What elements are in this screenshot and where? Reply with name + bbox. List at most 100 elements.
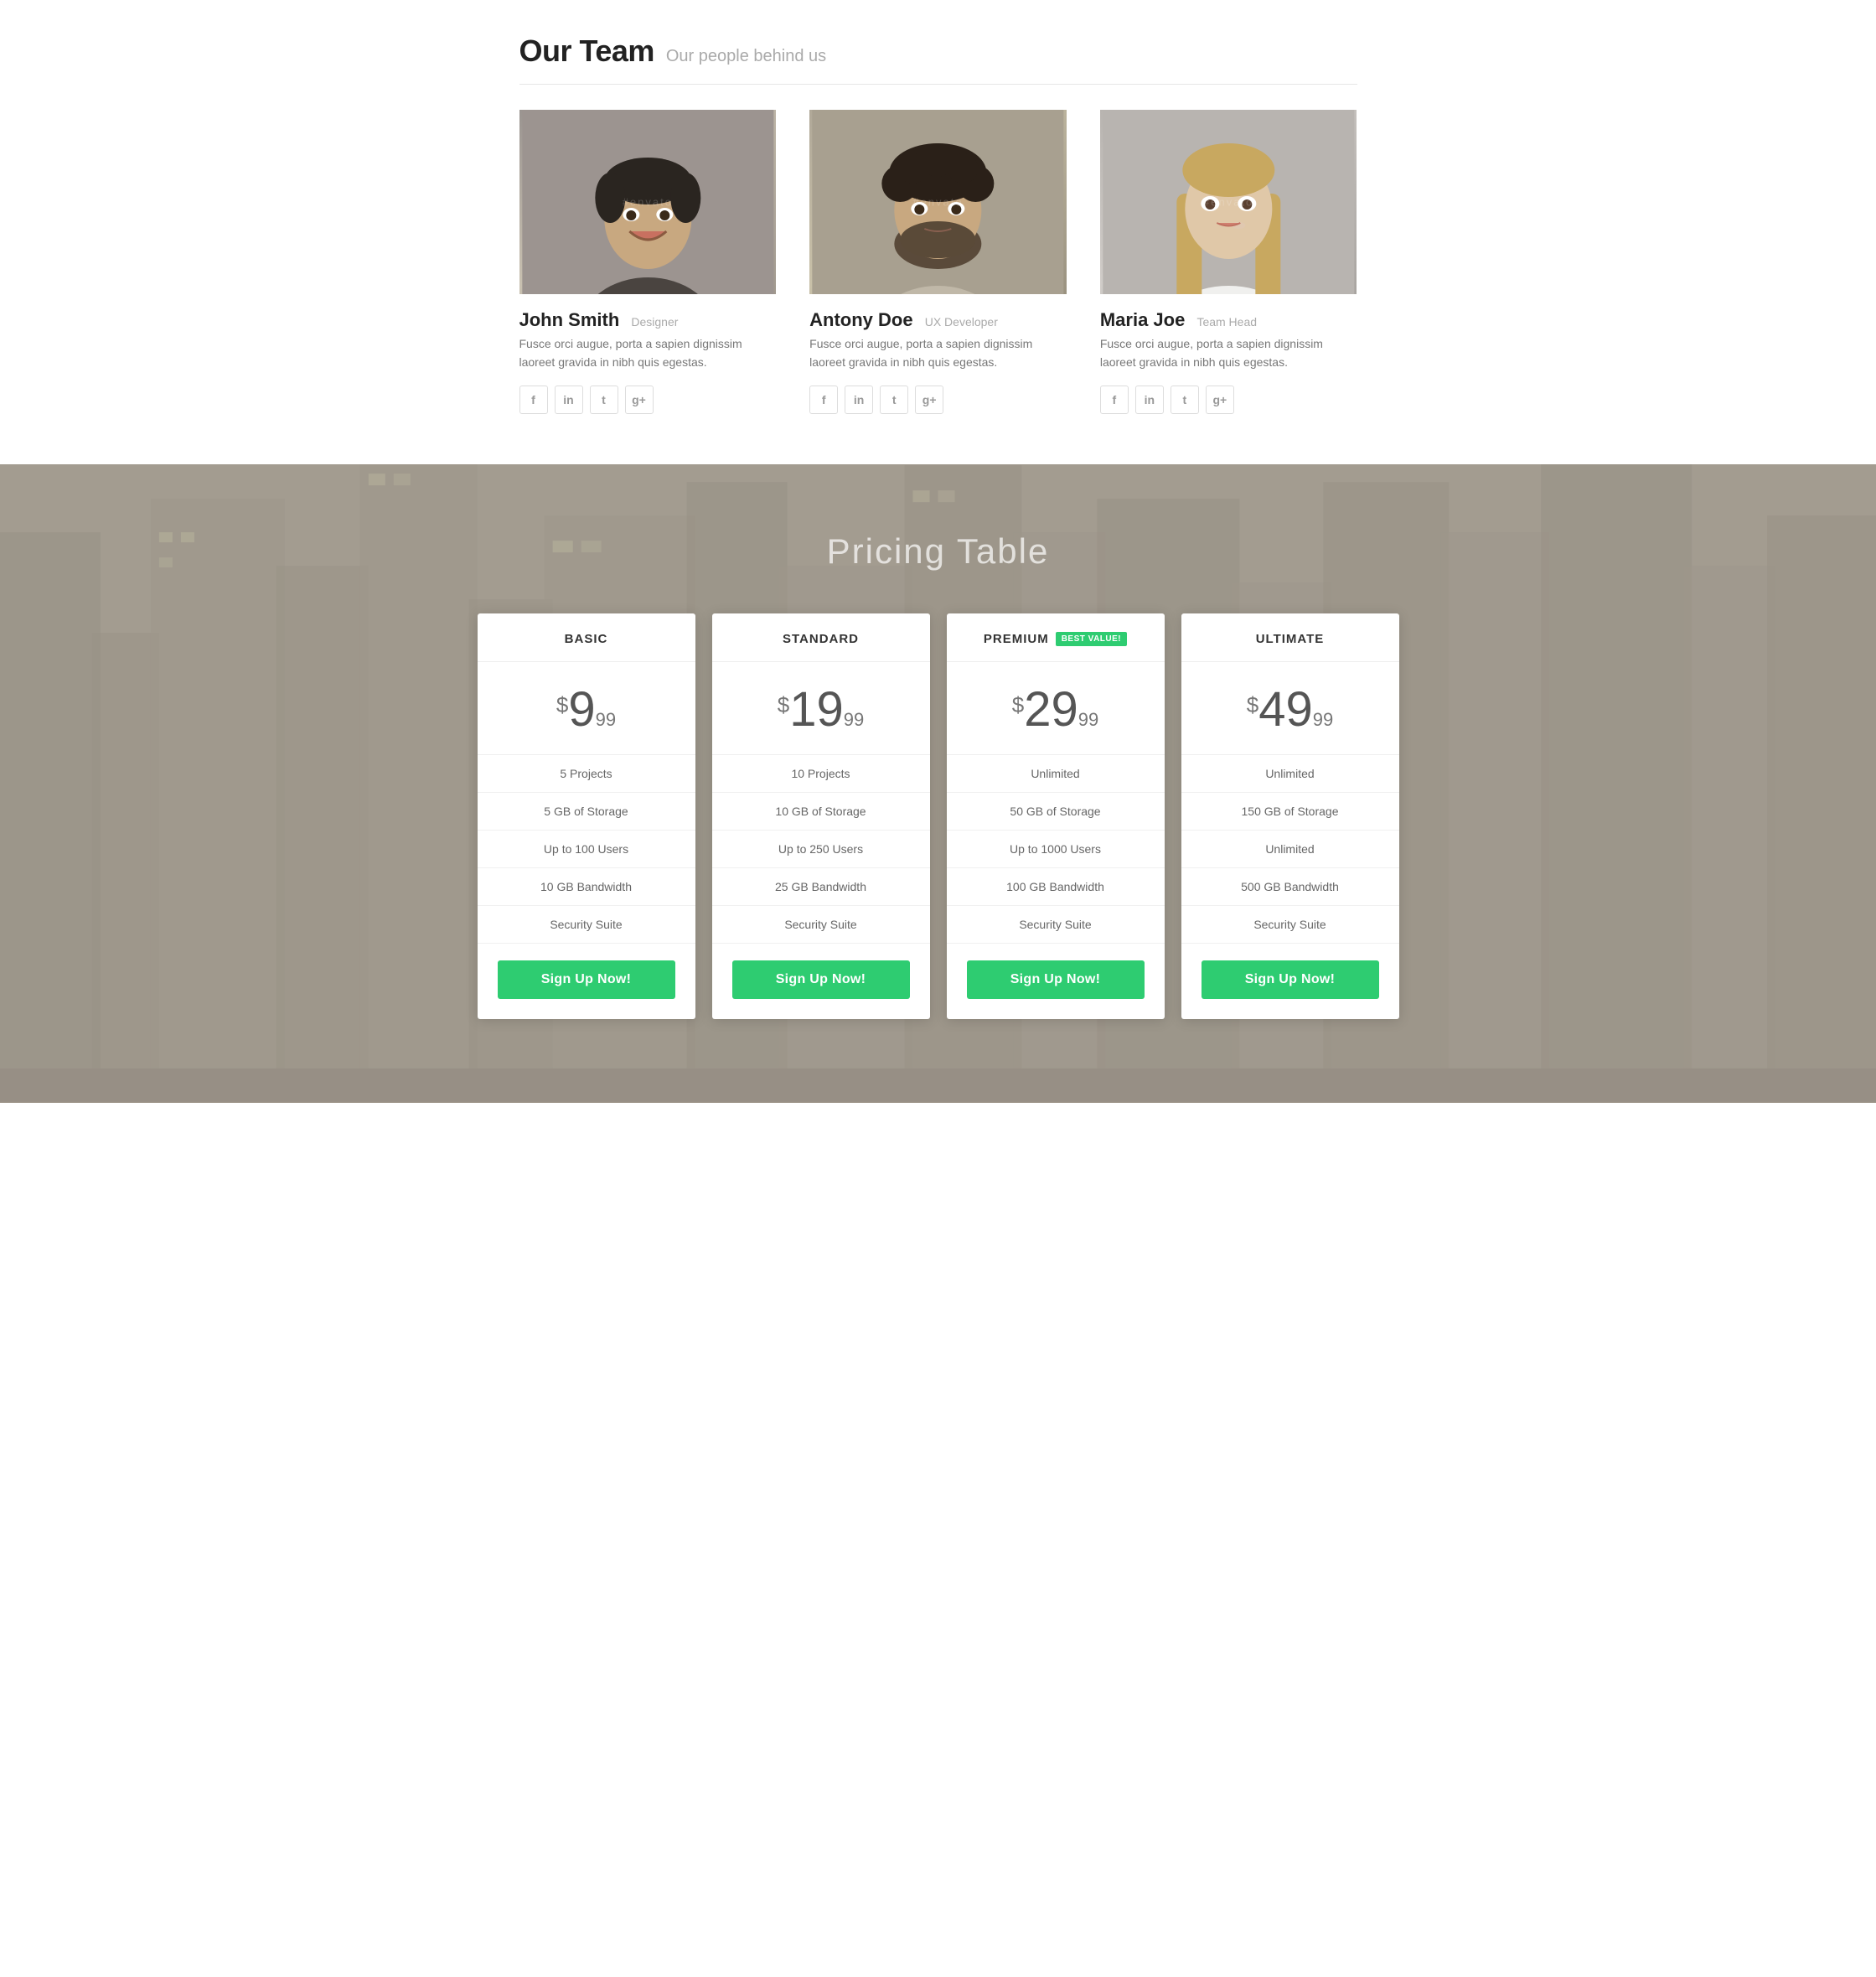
member-name: Antony Doe UX Developer [809, 309, 1067, 331]
twitter-icon[interactable]: t [590, 386, 618, 414]
pricing-features-list: 10 Projects10 GB of StorageUp to 250 Use… [712, 755, 930, 944]
plan-name: PREMIUMBEST VALUE! [964, 632, 1148, 646]
pricing-feature-item: 50 GB of Storage [947, 793, 1165, 831]
pricing-feature-item: Up to 100 Users [478, 831, 695, 868]
price-whole: 49 [1258, 686, 1313, 734]
social-icons: fintg+ [1100, 386, 1357, 414]
pricing-card-header: ULTIMATE [1181, 613, 1399, 662]
price-whole: 9 [568, 686, 595, 734]
twitter-icon[interactable]: t [880, 386, 908, 414]
price-display: $999 [478, 662, 695, 755]
team-card: #envato Maria Joe Team Head Fusce orci aug… [1100, 110, 1357, 414]
price-main: $2999 [1012, 686, 1098, 734]
facebook-icon[interactable]: f [1100, 386, 1129, 414]
member-role: Designer [631, 315, 678, 329]
pricing-card-premium: PREMIUMBEST VALUE! $2999 Unlimited50 GB of… [947, 613, 1165, 1019]
facebook-icon[interactable]: f [809, 386, 838, 414]
price-display: $1999 [712, 662, 930, 755]
pricing-cta: Sign Up Now! [712, 944, 930, 1019]
googleplus-icon[interactable]: g+ [625, 386, 654, 414]
pricing-feature-item: 5 GB of Storage [478, 793, 695, 831]
pricing-feature-item: Unlimited [1181, 831, 1399, 868]
signup-button-standard[interactable]: Sign Up Now! [732, 960, 910, 999]
plan-name: ULTIMATE [1198, 632, 1382, 646]
pricing-feature-item: 500 GB Bandwidth [1181, 868, 1399, 906]
linkedin-icon[interactable]: in [845, 386, 873, 414]
pricing-feature-item: 10 Projects [712, 755, 930, 793]
price-dollar-sign: $ [556, 694, 568, 716]
googleplus-icon[interactable]: g+ [915, 386, 943, 414]
social-icons: fintg+ [519, 386, 777, 414]
pricing-features-list: 5 Projects5 GB of StorageUp to 100 Users… [478, 755, 695, 944]
member-bio: Fusce orci augue, porta a sapien digniss… [809, 334, 1067, 372]
price-dollar-sign: $ [778, 694, 789, 716]
pricing-card-standard: STANDARD $1999 10 Projects10 GB of Storage… [712, 613, 930, 1019]
pricing-feature-item: 100 GB Bandwidth [947, 868, 1165, 906]
team-subtitle: Our people behind us [666, 47, 826, 66]
pricing-card-header: BASIC [478, 613, 695, 662]
price-main: $4999 [1247, 686, 1333, 734]
plan-name: BASIC [494, 632, 679, 646]
pricing-feature-item: Up to 1000 Users [947, 831, 1165, 868]
linkedin-icon[interactable]: in [1135, 386, 1164, 414]
team-photo: #envato [1100, 110, 1357, 294]
pricing-feature-item: Unlimited [1181, 755, 1399, 793]
pricing-section: Pricing Table BASIC$9995 Projects5 GB of… [0, 464, 1876, 1103]
plan-name: STANDARD [729, 632, 913, 646]
price-whole: 19 [789, 686, 844, 734]
pricing-feature-item: 10 GB Bandwidth [478, 868, 695, 906]
pricing-feature-item: 150 GB of Storage [1181, 793, 1399, 831]
team-grid: #envato John Smith Designer Fusce orci aug… [519, 110, 1357, 414]
pricing-feature-item: 5 Projects [478, 755, 695, 793]
pricing-card-basic: BASIC $999 5 Projects5 GB of StorageUp to … [478, 613, 695, 1019]
member-name: John Smith Designer [519, 309, 777, 331]
pricing-cta: Sign Up Now! [1181, 944, 1399, 1019]
pricing-feature-item: Unlimited [947, 755, 1165, 793]
price-whole: 29 [1024, 686, 1078, 734]
team-card: #envato Antony Doe UX Developer Fusce orci… [809, 110, 1067, 414]
price-cents: 99 [596, 711, 616, 729]
signup-button-ultimate[interactable]: Sign Up Now! [1202, 960, 1379, 999]
price-main: $999 [556, 686, 616, 734]
price-main: $1999 [778, 686, 864, 734]
price-dollar-sign: $ [1012, 694, 1024, 716]
pricing-features-list: Unlimited50 GB of StorageUp to 1000 User… [947, 755, 1165, 944]
signup-button-basic[interactable]: Sign Up Now! [498, 960, 675, 999]
linkedin-icon[interactable]: in [555, 386, 583, 414]
pricing-grid: BASIC$9995 Projects5 GB of StorageUp to … [478, 613, 1399, 1019]
pricing-card-ultimate: ULTIMATE $4999 Unlimited150 GB of StorageU… [1181, 613, 1399, 1019]
price-cents: 99 [1313, 711, 1333, 729]
team-header: Our Team Our people behind us [519, 34, 1357, 85]
pricing-title: Pricing Table [34, 531, 1842, 572]
member-bio: Fusce orci augue, porta a sapien digniss… [519, 334, 777, 372]
price-display: $4999 [1181, 662, 1399, 755]
twitter-icon[interactable]: t [1171, 386, 1199, 414]
price-display: $2999 [947, 662, 1165, 755]
member-bio: Fusce orci augue, porta a sapien digniss… [1100, 334, 1357, 372]
pricing-feature-item: 10 GB of Storage [712, 793, 930, 831]
pricing-feature-item: Security Suite [947, 906, 1165, 944]
best-value-badge: BEST VALUE! [1056, 632, 1127, 646]
team-card: #envato John Smith Designer Fusce orci aug… [519, 110, 777, 414]
team-title: Our Team [519, 34, 654, 69]
pricing-feature-item: Security Suite [1181, 906, 1399, 944]
price-dollar-sign: $ [1247, 694, 1258, 716]
team-photo: #envato [519, 110, 777, 294]
signup-button-premium[interactable]: Sign Up Now! [967, 960, 1145, 999]
social-icons: fintg+ [809, 386, 1067, 414]
member-name: Maria Joe Team Head [1100, 309, 1357, 331]
member-role: Team Head [1196, 315, 1257, 329]
pricing-cta: Sign Up Now! [947, 944, 1165, 1019]
pricing-cta: Sign Up Now! [478, 944, 695, 1019]
facebook-icon[interactable]: f [519, 386, 548, 414]
pricing-card-header: STANDARD [712, 613, 930, 662]
pricing-feature-item: Up to 250 Users [712, 831, 930, 868]
pricing-feature-item: Security Suite [712, 906, 930, 944]
pricing-features-list: Unlimited150 GB of StorageUnlimited500 G… [1181, 755, 1399, 944]
pricing-feature-item: 25 GB Bandwidth [712, 868, 930, 906]
googleplus-icon[interactable]: g+ [1206, 386, 1234, 414]
pricing-feature-item: Security Suite [478, 906, 695, 944]
team-photo: #envato [809, 110, 1067, 294]
price-cents: 99 [1078, 711, 1098, 729]
team-section: Our Team Our people behind us #envato Joh… [469, 0, 1408, 464]
